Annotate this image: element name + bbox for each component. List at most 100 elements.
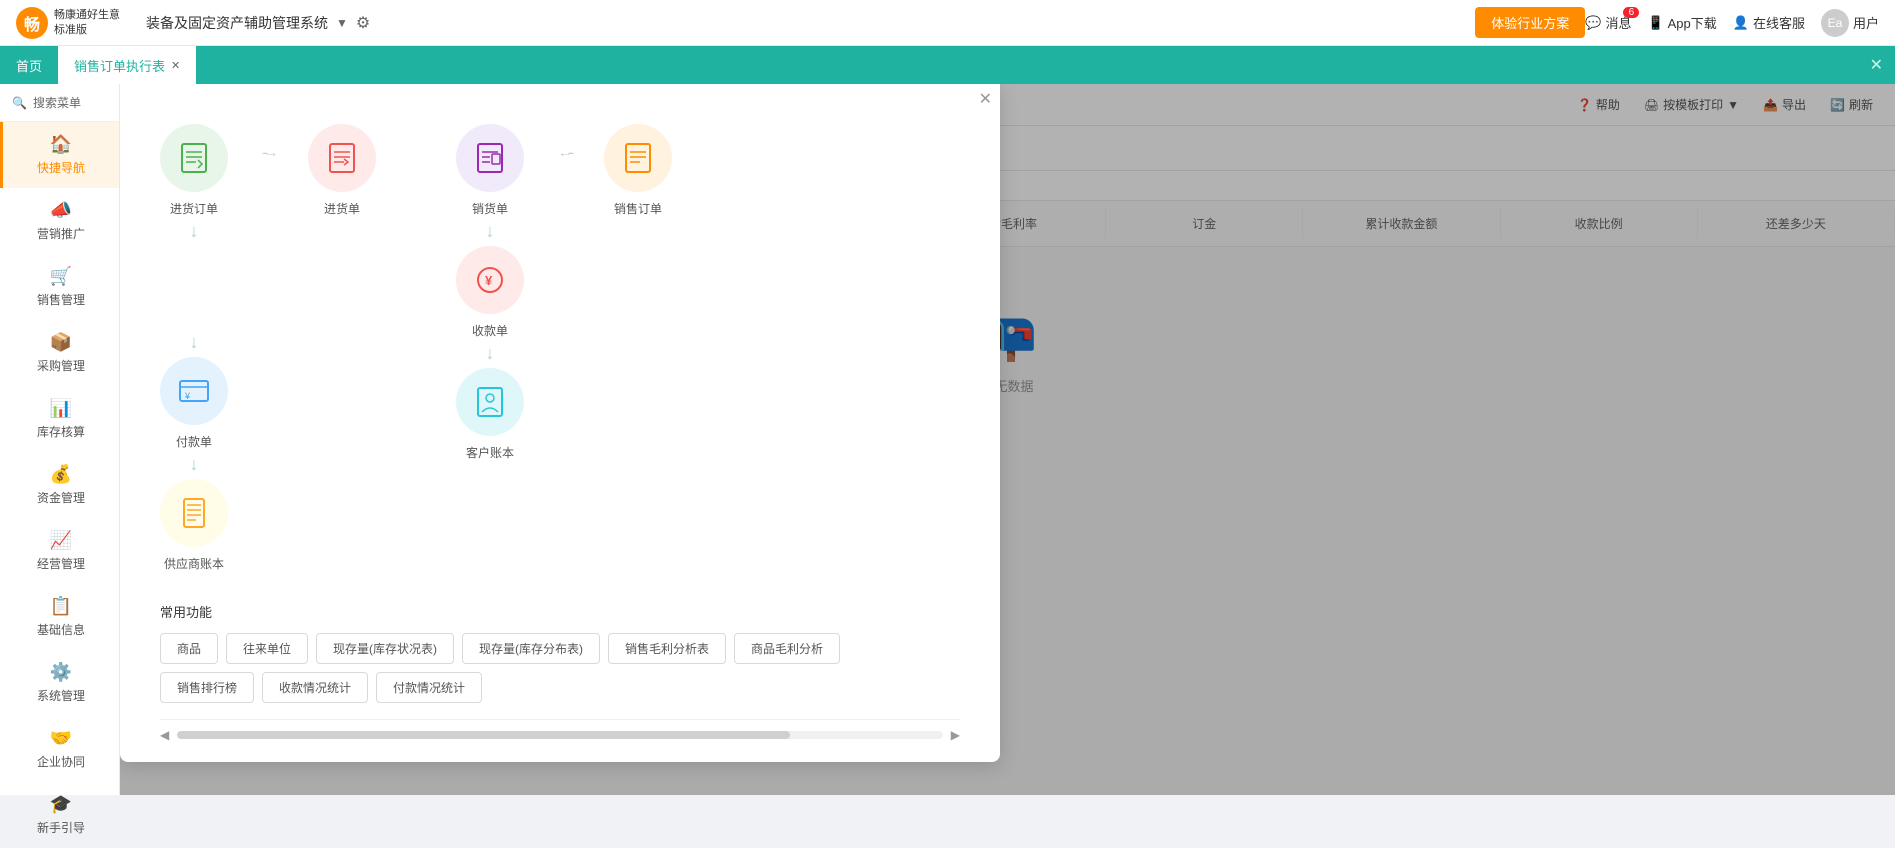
marketing-icon: 📣 (50, 200, 72, 221)
online-service-button[interactable]: 👤 在线客服 (1733, 13, 1805, 32)
operations-label: 经营管理 (37, 555, 85, 572)
func-btn-product[interactable]: 商品 (160, 633, 218, 664)
flow-diagram: 进货订单 ↓ ↓ (160, 114, 960, 592)
supplier-ledger-circle (160, 479, 228, 547)
sidebar-item-finance[interactable]: 💰 资金管理 (0, 452, 119, 518)
sidebar-item-system[interactable]: ⚙️ 系统管理 (0, 650, 119, 716)
sales-order-flow-node[interactable]: 销售订单 (604, 124, 672, 217)
enterprise-icon: 🤝 (50, 728, 72, 749)
purchase-bill-label: 进货单 (324, 200, 360, 217)
finance-icon: 💰 (50, 464, 72, 485)
arrow-down-3: ↓ (190, 454, 199, 475)
basic-info-icon: 📋 (50, 596, 72, 617)
modal-scrollbar: ◀ ▶ (160, 719, 960, 742)
receipt-circle: ¥ (456, 246, 524, 314)
user-avatar: Ea (1821, 9, 1849, 37)
sales-order-circle (604, 124, 672, 192)
header-right: 💬 消息 6 📱 App下载 👤 在线客服 Ea 用户 (1585, 9, 1879, 37)
purchase-order-label: 进货订单 (170, 200, 218, 217)
modal-overlay[interactable]: ✕ (120, 84, 1895, 795)
app-download-label: App下载 (1668, 13, 1717, 32)
func-btn-receipt-stats[interactable]: 收款情况统计 (262, 672, 368, 703)
sidebar-item-purchase[interactable]: 📦 采购管理 (0, 320, 119, 386)
tab-close-icon[interactable]: ✕ (171, 59, 180, 72)
sidebar-item-quick-nav[interactable]: 🏠 快捷导航 (0, 122, 119, 188)
sidebar-item-beginner[interactable]: 🎓 新手引导 (0, 782, 119, 848)
func-btn-product-profit[interactable]: 商品毛利分析 (734, 633, 840, 664)
gear-button[interactable]: ⚙ (356, 13, 370, 33)
payment-label: 付款单 (176, 433, 212, 450)
quick-nav-label: 快捷导航 (37, 159, 85, 176)
download-icon: 📱 (1647, 15, 1663, 31)
func-buttons-row1: 商品 往来单位 现存量(库存状况表) 现存量(库存分布表) 销售毛利分析表 商品… (160, 633, 960, 664)
operations-icon: 📈 (50, 530, 72, 551)
modal-close-button[interactable]: ✕ (979, 92, 992, 108)
purchase-order-node[interactable]: 进货订单 (160, 124, 228, 217)
sales-icon: 🛒 (50, 266, 72, 287)
tab-home[interactable]: 首页 (0, 46, 58, 84)
common-functions: 常用功能 商品 往来单位 现存量(库存状况表) 现存量(库存分布表) 销售毛利分… (160, 602, 960, 703)
func-btn-stock-dist[interactable]: 现存量(库存分布表) (462, 633, 600, 664)
supplier-ledger-label: 供应商账本 (164, 555, 224, 572)
purchase-order-circle (160, 124, 228, 192)
scroll-left-button[interactable]: ◀ (160, 728, 169, 742)
purchase-bill-circle (308, 124, 376, 192)
customer-ledger-circle (456, 368, 524, 436)
content-area: ❓ 帮助 🖨 按模板打印 ▼ 📤 导出 🔄 刷新 📅 📅 (120, 84, 1895, 795)
app-download-button[interactable]: 📱 App下载 (1647, 13, 1716, 32)
sidebar-item-enterprise[interactable]: 🤝 企业协同 (0, 716, 119, 782)
arrow-down-s2: ↓ (486, 343, 495, 364)
logo-area: 畅 畅康通好生意 标准版 (16, 7, 136, 39)
trial-button[interactable]: 体验行业方案 (1475, 7, 1585, 38)
supplier-ledger-node[interactable]: 供应商账本 (160, 479, 228, 572)
user-area[interactable]: Ea 用户 (1821, 9, 1879, 37)
logo-icon: 畅 (16, 7, 48, 39)
message-button[interactable]: 💬 消息 6 (1585, 13, 1631, 32)
tab-sales-order[interactable]: 销售订单执行表 ✕ (58, 46, 196, 84)
common-functions-title: 常用功能 (160, 602, 960, 621)
message-badge: 6 (1623, 7, 1639, 18)
sales-bill-node[interactable]: 销货单 (456, 124, 524, 217)
sales-order-column: 销售订单 (604, 124, 672, 217)
func-btn-partner[interactable]: 往来单位 (226, 633, 308, 664)
top-header: 畅 畅康通好生意 标准版 装备及固定资产辅助管理系统 ▼ ⚙ 体验行业方案 💬 … (0, 0, 1895, 46)
logo-text: 畅康通好生意 标准版 (54, 8, 120, 37)
enterprise-label: 企业协同 (37, 753, 85, 770)
scroll-thumb (177, 731, 789, 739)
sidebar-item-sales[interactable]: 🛒 销售管理 (0, 254, 119, 320)
online-service-label: 在线客服 (1753, 13, 1805, 32)
beginner-icon: 🎓 (50, 794, 72, 815)
sidebar-item-operations[interactable]: 📈 经营管理 (0, 518, 119, 584)
purchase-bill-node[interactable]: 进货单 (308, 124, 376, 217)
left-flow: 进货订单 ↓ ↓ (160, 124, 228, 572)
search-menu-label: 搜索菜单 (33, 94, 81, 111)
tab-bar: 首页 销售订单执行表 ✕ ✕ (0, 46, 1895, 84)
func-btn-sales-rank[interactable]: 销售排行榜 (160, 672, 254, 703)
scroll-track (177, 731, 943, 739)
system-label: 系统管理 (37, 687, 85, 704)
main-layout: 🔍 搜索菜单 🏠 快捷导航 📣 营销推广 🛒 销售管理 📦 采购管理 📊 库存核… (0, 84, 1895, 795)
receipt-node[interactable]: ¥ 收款单 (456, 246, 524, 339)
beginner-label: 新手引导 (37, 819, 85, 836)
scroll-right-button[interactable]: ▶ (951, 728, 960, 742)
func-btn-sales-profit[interactable]: 销售毛利分析表 (608, 633, 726, 664)
close-all-tabs-button[interactable]: ✕ (1870, 55, 1883, 75)
system-dropdown-button[interactable]: ▼ (336, 16, 348, 30)
sidebar: 🔍 搜索菜单 🏠 快捷导航 📣 营销推广 🛒 销售管理 📦 采购管理 📊 库存核… (0, 84, 120, 795)
search-menu-button[interactable]: 🔍 搜索菜单 (0, 84, 119, 122)
sales-order-flow-label: 销售订单 (614, 200, 662, 217)
svg-text:¥: ¥ (485, 273, 493, 288)
system-icon: ⚙️ (50, 662, 72, 683)
home-tab-label: 首页 (16, 56, 42, 75)
func-btn-payment-stats[interactable]: 付款情况统计 (376, 672, 482, 703)
sidebar-item-marketing[interactable]: 📣 营销推广 (0, 188, 119, 254)
payment-node[interactable]: ¥ 付款单 (160, 357, 228, 450)
sidebar-item-inventory[interactable]: 📊 库存核算 (0, 386, 119, 452)
user-name: 用户 (1853, 13, 1879, 32)
sales-order-tab-label: 销售订单执行表 (74, 56, 165, 75)
sidebar-item-basic-info[interactable]: 📋 基础信息 (0, 584, 119, 650)
func-btn-stock-status[interactable]: 现存量(库存状况表) (316, 633, 454, 664)
message-icon: 💬 (1585, 15, 1601, 31)
customer-ledger-node[interactable]: 客户账本 (456, 368, 524, 461)
purchase-icon: 📦 (50, 332, 72, 353)
